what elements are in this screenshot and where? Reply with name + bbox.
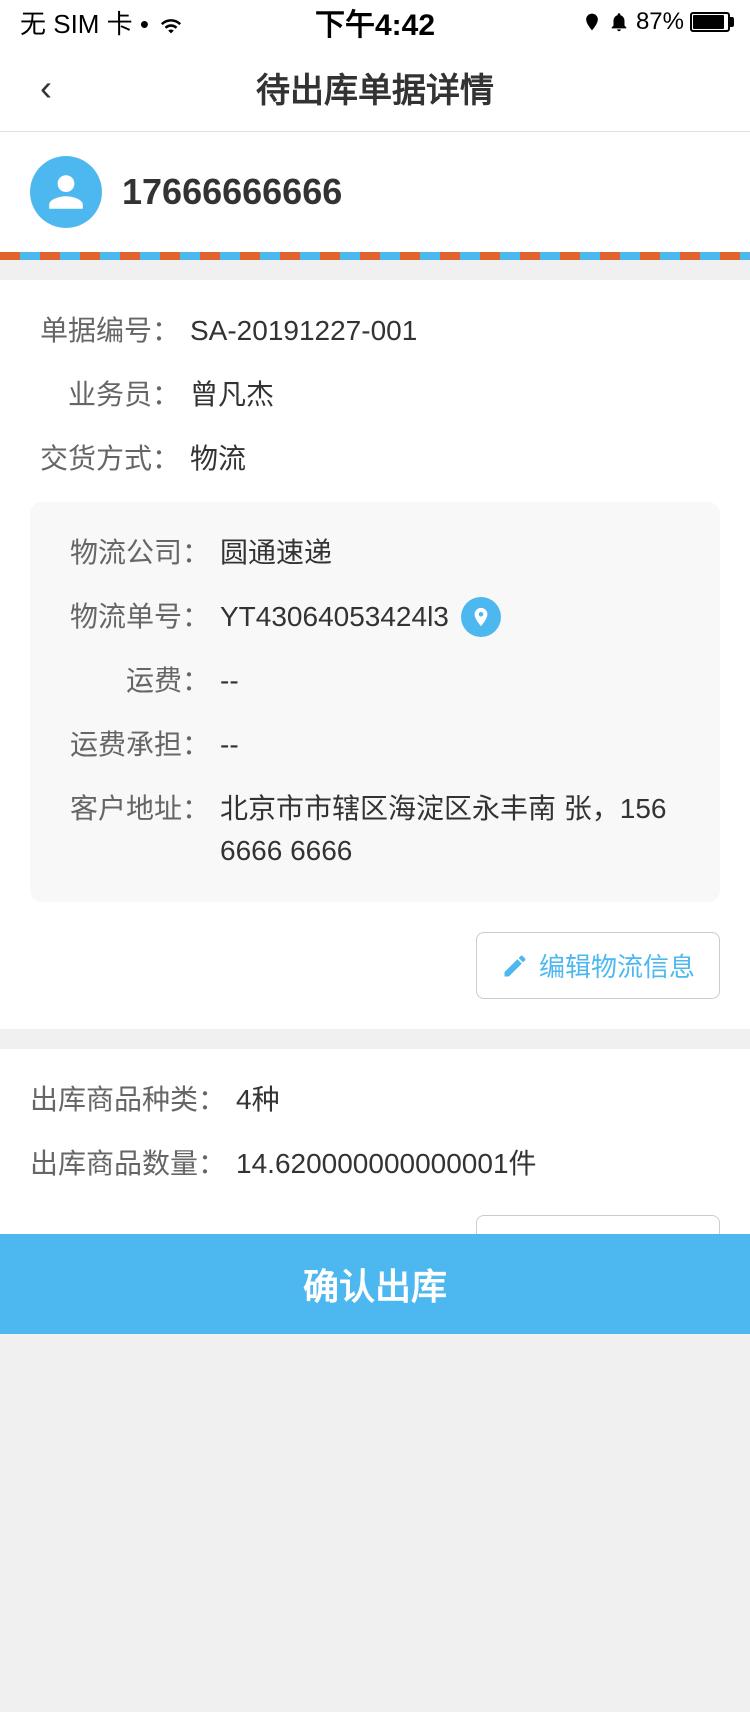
delivery-label: 交货方式： [30, 438, 190, 480]
address-value: 北京市市辖区海淀区永丰南 张，156 6666 6666 [220, 788, 690, 872]
tracking-label: 物流单号： [60, 596, 220, 638]
edit-btn-container: 编辑物流信息 [30, 932, 720, 999]
order-no-value: SA-20191227-001 [190, 310, 720, 352]
order-no-label: 单据编号： [30, 310, 190, 352]
freight-bearer-row: 运费承担： -- [60, 724, 690, 766]
logistics-company-row: 物流公司： 圆通速递 [60, 532, 690, 574]
freight-row: 运费： -- [60, 660, 690, 702]
freight-value: -- [220, 660, 690, 702]
status-right: 87% [582, 8, 730, 36]
product-types-row: 出库商品种类： 4种 [30, 1079, 720, 1121]
product-types-value: 4种 [236, 1079, 720, 1121]
status-carrier: 无 SIM 卡 • [20, 4, 186, 41]
edit-icon [501, 952, 529, 980]
order-info-section: 单据编号： SA-20191227-001 业务员： 曾凡杰 交货方式： 物流 … [0, 280, 750, 1029]
confirm-outbound-button[interactable]: 确认出库 [0, 1234, 750, 1334]
product-quantity-label: 出库商品数量： [30, 1143, 236, 1185]
order-no-row: 单据编号： SA-20191227-001 [30, 310, 720, 352]
battery-indicator [690, 12, 730, 32]
location-status-icon [582, 12, 602, 32]
salesman-label: 业务员： [30, 374, 190, 416]
freight-label: 运费： [60, 660, 220, 702]
user-phone: 17666666666 [122, 171, 342, 213]
avatar [30, 156, 102, 228]
logistics-card: 物流公司： 圆通速递 物流单号： YT43064053424l3 运费： -- [30, 502, 720, 902]
map-pin-icon [470, 606, 492, 628]
tracking-value: YT43064053424l3 [220, 596, 690, 638]
status-bar: 无 SIM 卡 • 下午4:42 87% [0, 0, 750, 44]
salesman-row: 业务员： 曾凡杰 [30, 374, 720, 416]
back-button[interactable]: ‹ [30, 57, 62, 119]
address-label: 客户地址： [60, 788, 220, 830]
delivery-value: 物流 [190, 438, 720, 480]
user-header: 17666666666 [0, 132, 750, 252]
logistics-company-label: 物流公司： [60, 532, 220, 574]
section-divider [0, 1029, 750, 1049]
edit-logistics-button[interactable]: 编辑物流信息 [476, 932, 720, 999]
user-avatar-icon [45, 171, 87, 213]
delivery-row: 交货方式： 物流 [30, 438, 720, 480]
empty-space [0, 1312, 750, 1612]
freight-bearer-value: -- [220, 724, 690, 766]
tracking-row: 物流单号： YT43064053424l3 [60, 596, 690, 638]
freight-bearer-label: 运费承担： [60, 724, 220, 766]
confirm-btn-label: 确认出库 [303, 1258, 447, 1310]
salesman-value: 曾凡杰 [190, 374, 720, 416]
status-time: 下午4:42 [315, 0, 435, 44]
product-quantity-value: 14.620000000000001件 [236, 1143, 720, 1185]
page-title: 待出库单据详情 [256, 63, 494, 112]
address-row: 客户地址： 北京市市辖区海淀区永丰南 张，156 6666 6666 [60, 788, 690, 872]
tracking-location-icon[interactable] [461, 597, 501, 637]
product-quantity-row: 出库商品数量： 14.620000000000001件 [30, 1143, 720, 1185]
product-types-label: 出库商品种类： [30, 1079, 236, 1121]
nav-bar: ‹ 待出库单据详情 [0, 44, 750, 132]
logistics-company-value: 圆通速递 [220, 532, 690, 574]
edit-logistics-label: 编辑物流信息 [539, 947, 695, 984]
dashed-divider [0, 252, 750, 260]
alarm-icon [608, 11, 630, 33]
